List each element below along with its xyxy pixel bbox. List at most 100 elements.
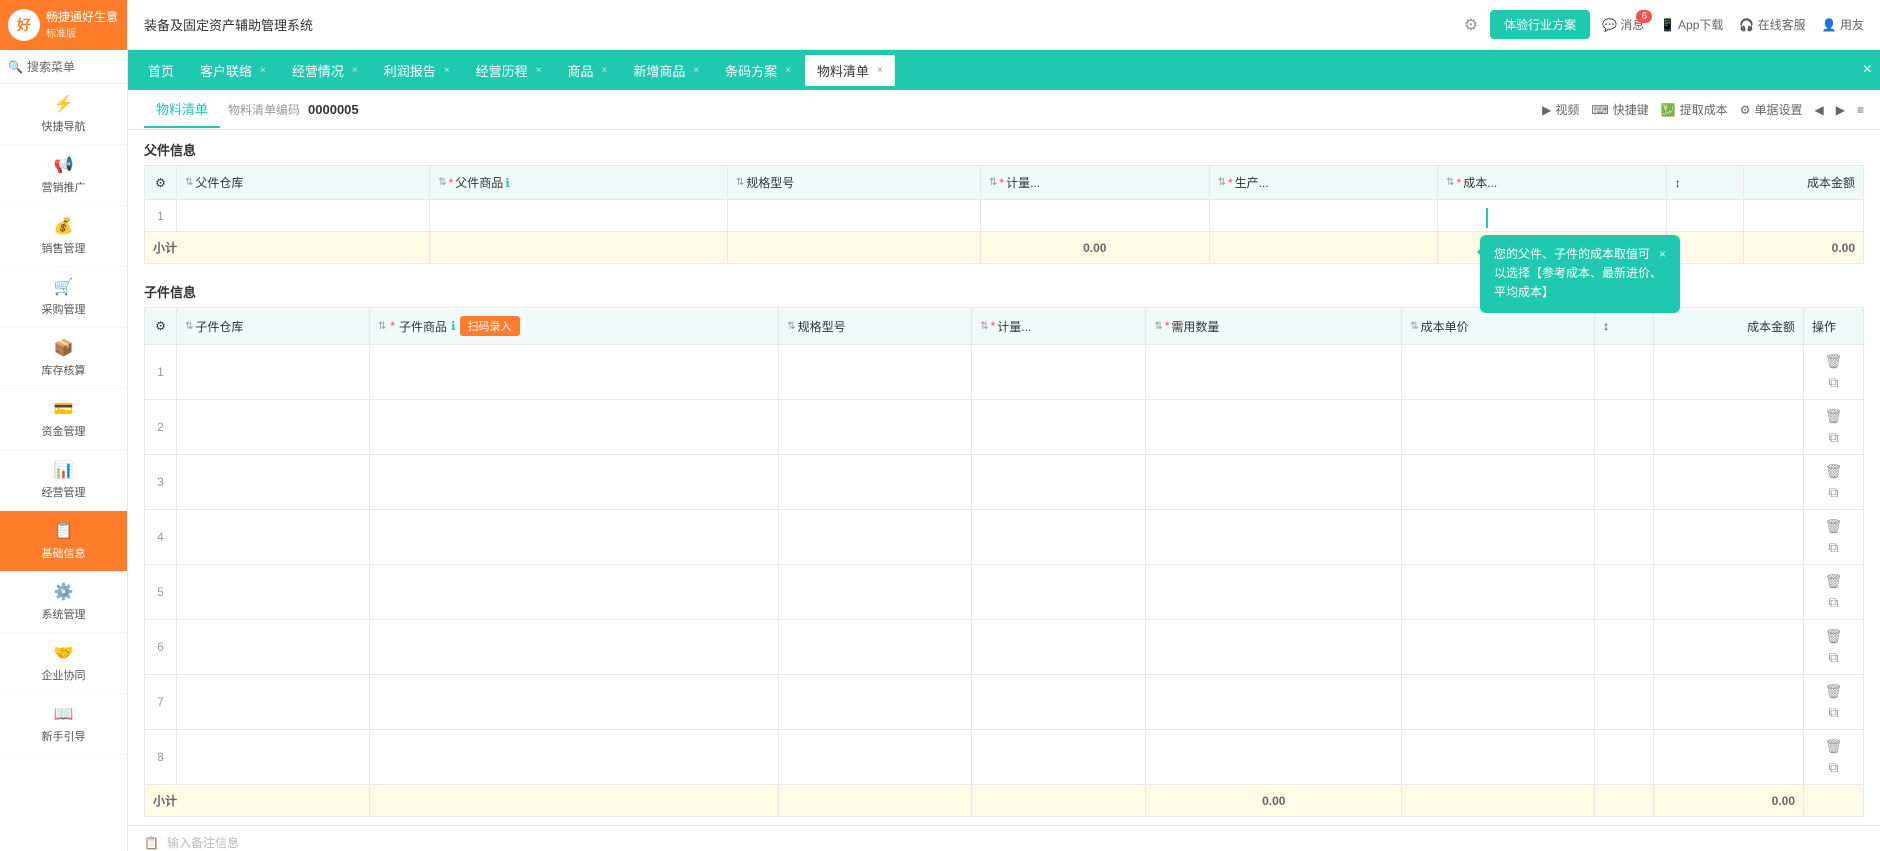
- nav-prev-icon[interactable]: ◀: [1815, 103, 1824, 117]
- copy-btn-8[interactable]: ⧉: [1825, 757, 1843, 778]
- child-row1-unit-cost[interactable]: [1402, 345, 1595, 400]
- child-row6-unit-cost[interactable]: [1402, 620, 1595, 675]
- child-row3-unit[interactable]: [972, 455, 1146, 510]
- sidebar-item-sales[interactable]: 💰销售管理: [0, 206, 127, 267]
- child-row5-unit[interactable]: [972, 565, 1146, 620]
- child-row4-goods[interactable]: [369, 510, 778, 565]
- child-row1-spec[interactable]: [779, 345, 972, 400]
- sidebar-item-quick-nav[interactable]: ⚡快捷导航: [0, 84, 127, 145]
- action-shortcut[interactable]: ⌨ 快捷键: [1591, 101, 1648, 118]
- delete-btn-4[interactable]: 🗑: [1821, 516, 1847, 537]
- sidebar-item-inventory[interactable]: 📦库存核算: [0, 328, 127, 389]
- sidebar-item-operation[interactable]: 📊经营管理: [0, 450, 127, 511]
- delete-btn-2[interactable]: 🗑: [1821, 406, 1847, 427]
- action-single-setting[interactable]: ⚙ 单据设置: [1740, 101, 1803, 118]
- parent-row1-unit[interactable]: [981, 200, 1210, 232]
- tab-close-barcode[interactable]: ×: [785, 65, 791, 76]
- copy-btn-5[interactable]: ⧉: [1825, 592, 1843, 613]
- sidebar-item-marketing[interactable]: 📢营销推广: [0, 145, 127, 206]
- copy-btn-1[interactable]: ⧉: [1825, 372, 1843, 393]
- child-row2-unit[interactable]: [972, 400, 1146, 455]
- tab-close-customer[interactable]: ×: [260, 65, 266, 76]
- child-row5-spec[interactable]: [779, 565, 972, 620]
- child-row7-unit-cost[interactable]: [1402, 675, 1595, 730]
- parent-row1-spec[interactable]: [727, 200, 980, 232]
- child-th-settings[interactable]: ⚙: [145, 308, 177, 345]
- sidebar-item-basic[interactable]: 📋基础信息: [0, 511, 127, 572]
- child-row6-qty[interactable]: [1146, 620, 1402, 675]
- sidebar-item-purchase[interactable]: 🛒采购管理: [0, 267, 127, 328]
- nav-tab-bom[interactable]: 物料清单×: [805, 55, 895, 86]
- child-row2-unit-cost[interactable]: [1402, 400, 1595, 455]
- nav-tab-barcode[interactable]: 条码方案×: [713, 55, 803, 86]
- child-row6-goods[interactable]: [369, 620, 778, 675]
- child-row8-unit[interactable]: [972, 730, 1146, 785]
- child-row8-spec[interactable]: [779, 730, 972, 785]
- parent-row1-warehouse[interactable]: [177, 200, 430, 232]
- sidebar-item-system[interactable]: ⚙️系统管理: [0, 572, 127, 633]
- sidebar-item-finance[interactable]: 💳资金管理: [0, 389, 127, 450]
- app-download[interactable]: 📱 App下载: [1660, 16, 1723, 33]
- child-row3-warehouse[interactable]: [177, 455, 370, 510]
- delete-btn-3[interactable]: 🗑: [1821, 461, 1847, 482]
- delete-btn-5[interactable]: 🗑: [1821, 571, 1847, 592]
- child-row3-unit-cost[interactable]: [1402, 455, 1595, 510]
- tab-close-operation[interactable]: ×: [352, 65, 358, 76]
- child-row2-qty[interactable]: [1146, 400, 1402, 455]
- child-row5-warehouse[interactable]: [177, 565, 370, 620]
- nav-tab-new-goods[interactable]: 新增商品×: [621, 55, 711, 86]
- scan-button[interactable]: 扫码录入: [460, 316, 520, 336]
- tooltip-close[interactable]: ×: [1659, 245, 1666, 264]
- child-row6-spec[interactable]: [779, 620, 972, 675]
- nav-tab-goods[interactable]: 商品×: [555, 55, 619, 86]
- child-row3-qty[interactable]: [1146, 455, 1402, 510]
- tab-close-profit[interactable]: ×: [444, 65, 450, 76]
- user-info[interactable]: 👤 用友: [1822, 16, 1864, 33]
- child-row1-qty[interactable]: [1146, 345, 1402, 400]
- child-row5-goods[interactable]: [369, 565, 778, 620]
- nav-menu-icon[interactable]: ≡: [1857, 103, 1864, 117]
- tab-close-new-goods[interactable]: ×: [693, 65, 699, 76]
- nav-tab-customer[interactable]: 客户联络×: [188, 55, 278, 86]
- delete-btn-7[interactable]: 🗑: [1821, 681, 1847, 702]
- child-row1-goods[interactable]: [369, 345, 778, 400]
- child-row1-unit[interactable]: [972, 345, 1146, 400]
- child-row5-unit-cost[interactable]: [1402, 565, 1595, 620]
- nav-tab-history[interactable]: 经营历程×: [464, 55, 554, 86]
- nav-tab-operation[interactable]: 经营情况×: [280, 55, 370, 86]
- child-row7-qty[interactable]: [1146, 675, 1402, 730]
- child-row8-unit-cost[interactable]: [1402, 730, 1595, 785]
- sidebar-item-collab[interactable]: 🤝企业协同: [0, 633, 127, 694]
- sidebar-item-guide[interactable]: 📖新手引导: [0, 694, 127, 755]
- copy-btn-7[interactable]: ⧉: [1825, 702, 1843, 723]
- child-row2-spec[interactable]: [779, 400, 972, 455]
- child-row6-warehouse[interactable]: [177, 620, 370, 675]
- nav-tab-profit[interactable]: 利润报告×: [372, 55, 462, 86]
- child-row2-warehouse[interactable]: [177, 400, 370, 455]
- child-row4-spec[interactable]: [779, 510, 972, 565]
- child-row8-goods[interactable]: [369, 730, 778, 785]
- nav-tab-home[interactable]: 首页: [136, 55, 186, 86]
- note-hint[interactable]: 输入备注信息: [167, 834, 239, 851]
- sub-tab-bom-list[interactable]: 物料清单: [144, 91, 220, 128]
- child-row6-unit[interactable]: [972, 620, 1146, 675]
- message-badge-wrap[interactable]: 💬 6 消息: [1602, 16, 1644, 33]
- child-row4-qty[interactable]: [1146, 510, 1402, 565]
- delete-btn-6[interactable]: 🗑: [1821, 626, 1847, 647]
- parent-row1-goods[interactable]: [430, 200, 728, 232]
- copy-btn-2[interactable]: ⧉: [1825, 427, 1843, 448]
- tab-close-goods[interactable]: ×: [601, 65, 607, 76]
- child-row3-spec[interactable]: [779, 455, 972, 510]
- child-row8-qty[interactable]: [1146, 730, 1402, 785]
- child-row3-goods[interactable]: [369, 455, 778, 510]
- sidebar-search[interactable]: 🔍 搜索菜单: [0, 50, 127, 84]
- action-cost[interactable]: 💹 提取成本: [1661, 101, 1728, 118]
- tab-close-history[interactable]: ×: [536, 65, 542, 76]
- online-service[interactable]: 🎧 在线客服: [1739, 16, 1805, 33]
- delete-btn-8[interactable]: 🗑: [1821, 736, 1847, 757]
- child-row4-unit-cost[interactable]: [1402, 510, 1595, 565]
- copy-btn-3[interactable]: ⧉: [1825, 482, 1843, 503]
- tab-close-bom[interactable]: ×: [877, 65, 883, 76]
- copy-btn-6[interactable]: ⧉: [1825, 647, 1843, 668]
- child-row4-unit[interactable]: [972, 510, 1146, 565]
